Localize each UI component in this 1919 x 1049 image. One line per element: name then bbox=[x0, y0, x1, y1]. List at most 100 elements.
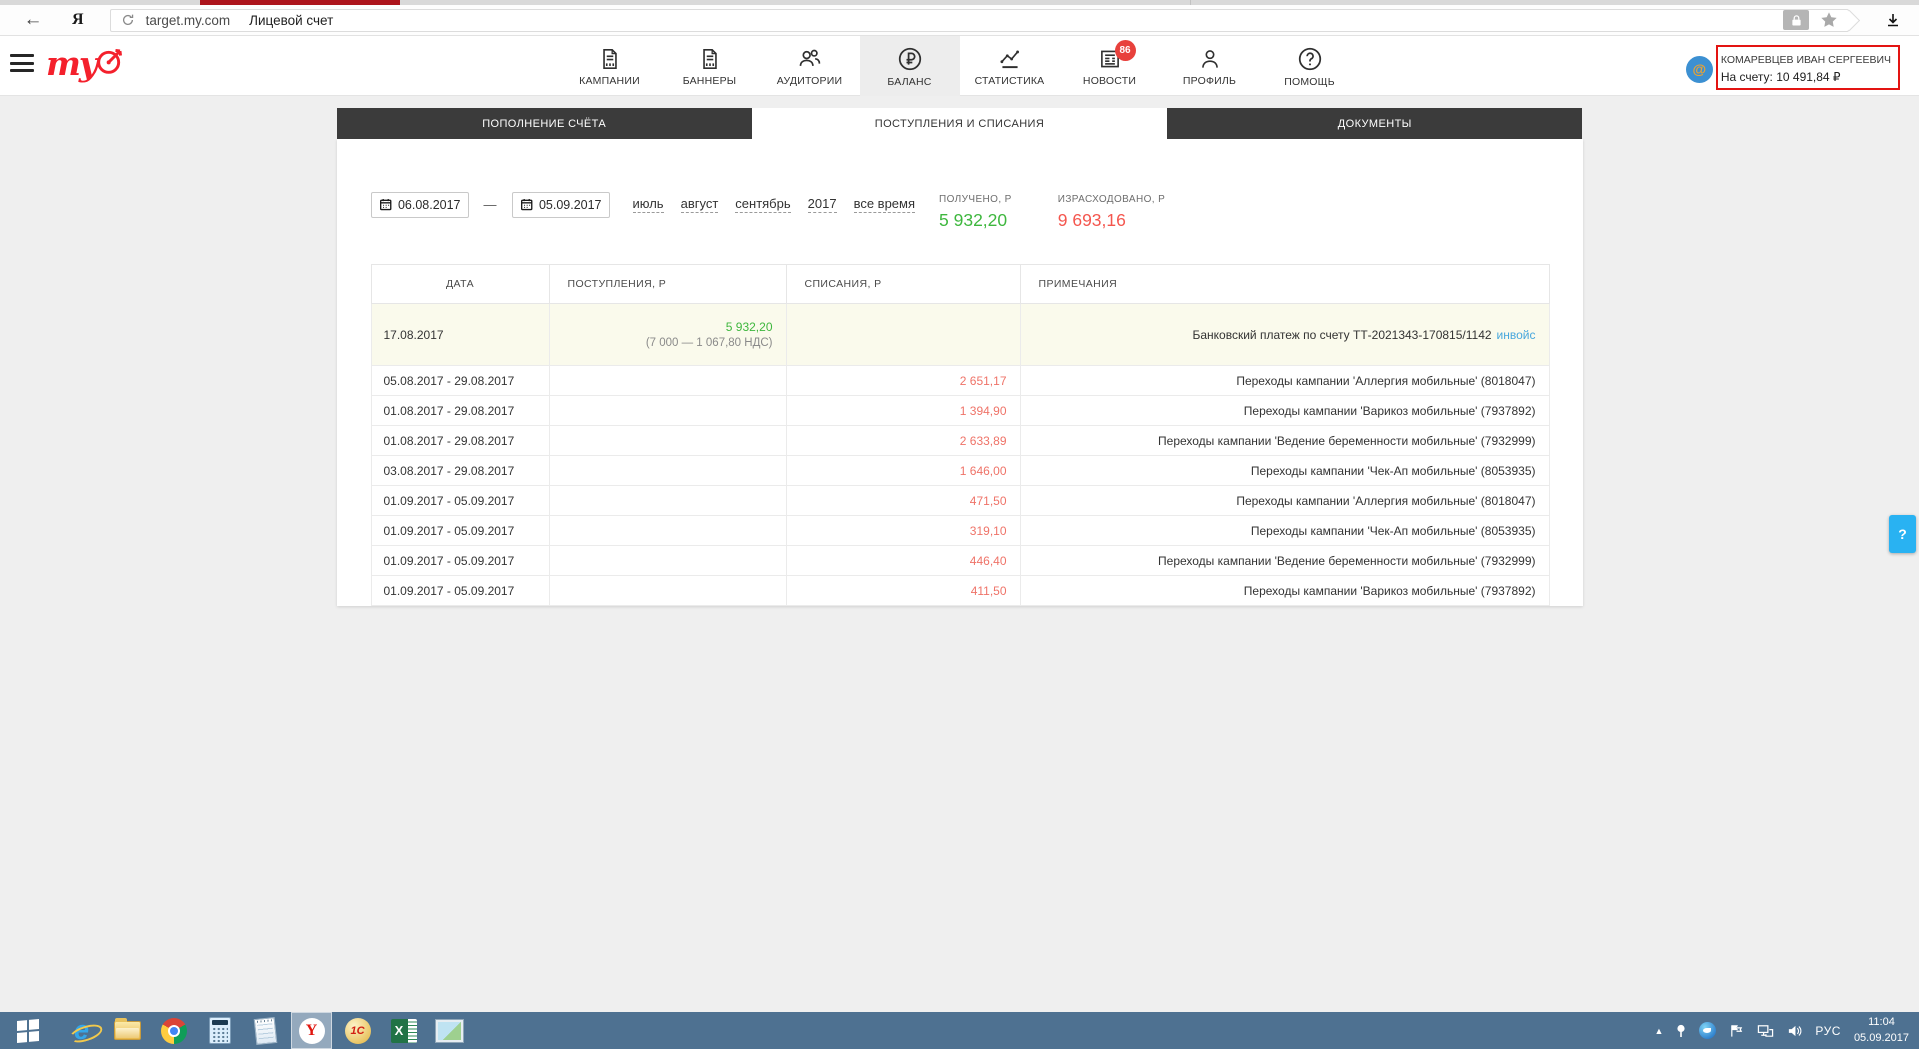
col-date: ДАТА bbox=[370, 264, 550, 304]
people-icon bbox=[799, 49, 821, 66]
taskbar-calculator[interactable] bbox=[199, 1012, 240, 1049]
date-range-separator: — bbox=[483, 197, 497, 212]
target-icon bbox=[97, 48, 123, 74]
table-row: 01.09.2017 - 05.09.2017 446,40 Переходы … bbox=[370, 545, 1550, 576]
taskbar-excel[interactable]: X bbox=[383, 1012, 424, 1049]
tab-top-up[interactable]: ПОПОЛНЕНИЕ СЧЁТА bbox=[336, 108, 752, 139]
urlbar-chevron bbox=[1838, 9, 1861, 32]
table-row: 01.09.2017 - 05.09.2017 411,50 Переходы … bbox=[370, 575, 1550, 606]
received-value: 5 932,20 bbox=[939, 210, 1008, 230]
taskbar-1c[interactable]: 1С bbox=[337, 1012, 378, 1049]
table-row: 03.08.2017 - 29.08.2017 1 646,00 Переход… bbox=[370, 455, 1550, 486]
taskbar-file-explorer[interactable] bbox=[107, 1012, 148, 1049]
lock-icon[interactable] bbox=[1783, 10, 1809, 30]
address-bar[interactable]: target.my.com Лицевой счет bbox=[109, 8, 1861, 32]
tray-flag-icon[interactable] bbox=[1729, 1023, 1744, 1038]
taskbar-notepad[interactable] bbox=[245, 1012, 286, 1049]
link-september[interactable]: сентябрь bbox=[735, 196, 791, 213]
help-floating-button[interactable]: ? bbox=[1889, 515, 1916, 553]
link-year[interactable]: 2017 bbox=[807, 196, 837, 213]
table-row: 17.08.2017 5 932,20 (7 000 — 1 067,80 НД… bbox=[370, 303, 1550, 366]
table-row: 01.09.2017 - 05.09.2017 471,50 Переходы … bbox=[370, 485, 1550, 516]
table-row: 01.09.2017 - 05.09.2017 319,10 Переходы … bbox=[370, 515, 1550, 546]
date-to-input[interactable]: 05.09.2017 bbox=[511, 191, 610, 218]
refresh-icon[interactable] bbox=[121, 13, 135, 27]
nav-balance[interactable]: БАЛАНС bbox=[859, 36, 960, 96]
col-debits: СПИСАНИЯ, Р bbox=[785, 264, 1021, 304]
link-all-time[interactable]: все время bbox=[853, 196, 916, 213]
clock-date: 05.09.2017 bbox=[1853, 1031, 1909, 1044]
tray-volume-icon[interactable] bbox=[1787, 1024, 1802, 1038]
nav-help[interactable]: ПОМОЩЬ bbox=[1260, 36, 1360, 96]
tray-expand-icon[interactable]: ▲ bbox=[1654, 1026, 1663, 1036]
calendar-icon bbox=[379, 199, 391, 211]
document-icon bbox=[702, 48, 717, 69]
spent-value: 9 693,16 bbox=[1057, 210, 1126, 230]
tray-pin-icon[interactable] bbox=[1676, 1024, 1686, 1038]
windows-logo-icon bbox=[17, 1018, 39, 1043]
folder-icon bbox=[114, 1018, 141, 1040]
news-badge: 86 bbox=[1114, 40, 1136, 61]
link-july[interactable]: июль bbox=[632, 196, 664, 213]
tray-thunderbird-icon[interactable] bbox=[1699, 1022, 1717, 1039]
calculator-icon bbox=[208, 1017, 231, 1044]
table-row: 01.08.2017 - 29.08.2017 2 633,89 Переход… bbox=[370, 425, 1550, 456]
image-viewer-icon bbox=[435, 1018, 464, 1043]
main-nav: КАМПАНИИ БАННЕРЫ АУДИТОРИИ БАЛАНС СТАТИС… bbox=[560, 36, 1360, 96]
nav-banners[interactable]: БАННЕРЫ bbox=[660, 36, 760, 96]
page-content: ПОПОЛНЕНИЕ СЧЁТА ПОСТУПЛЕНИЯ И СПИСАНИЯ … bbox=[0, 96, 1919, 1010]
user-name: КОМАРЕВЦЕВ ИВАН СЕРГЕЕВИЧ bbox=[1720, 54, 1891, 66]
yandex-browser-icon: Y bbox=[298, 1017, 325, 1044]
spent-total: ИЗРАСХОДОВАНО, Р 9 693,16 bbox=[1057, 194, 1166, 230]
chart-icon bbox=[999, 50, 1019, 68]
invoice-link[interactable]: инвойс bbox=[1497, 328, 1536, 342]
nav-campaigns[interactable]: КАМПАНИИ bbox=[560, 36, 660, 96]
system-tray: ▲ РУС 11:04 05.09.2017 bbox=[1654, 1015, 1909, 1047]
vat-note: (7 000 — 1 067,80 НДС) bbox=[645, 337, 773, 349]
url-domain[interactable]: target.my.com bbox=[146, 13, 231, 28]
taskbar-image-viewer[interactable] bbox=[429, 1012, 470, 1049]
ie-icon: e bbox=[73, 1015, 90, 1045]
table-row: 01.08.2017 - 29.08.2017 1 394,90 Переход… bbox=[370, 395, 1550, 426]
nav-news[interactable]: НОВОСТИ 86 bbox=[1060, 36, 1160, 96]
browser-toolbar: ← Я target.my.com Лицевой счет bbox=[0, 5, 1919, 36]
hamburger-menu-icon[interactable] bbox=[10, 54, 34, 77]
user-account-block[interactable]: @ КОМАРЕВЦЕВ ИВАН СЕРГЕЕВИЧ На счету: 10… bbox=[1685, 45, 1900, 90]
account-balance: На счету: 10 491,84 ₽ bbox=[1720, 70, 1841, 85]
credit-amount: 5 932,20 bbox=[725, 320, 773, 334]
taskbar-clock[interactable]: 11:04 05.09.2017 bbox=[1854, 1015, 1909, 1047]
mytarget-logo[interactable]: my bbox=[46, 44, 126, 83]
language-indicator[interactable]: РУС bbox=[1815, 1024, 1841, 1038]
user-avatar[interactable]: @ bbox=[1685, 55, 1713, 83]
nav-statistics[interactable]: СТАТИСТИКА bbox=[960, 36, 1060, 96]
person-icon bbox=[1201, 49, 1218, 68]
question-icon bbox=[1298, 47, 1321, 70]
ruble-icon bbox=[898, 47, 921, 70]
bookmark-star-icon[interactable] bbox=[1820, 11, 1838, 29]
yandex-home-button[interactable]: Я bbox=[72, 11, 84, 29]
filters-row: 06.08.2017 — 05.09.2017 июль август сент… bbox=[337, 139, 1583, 231]
tab-documents[interactable]: ДОКУМЕНТЫ bbox=[1167, 108, 1583, 139]
received-total: ПОЛУЧЕНО, Р 5 932,20 bbox=[939, 194, 1012, 230]
taskbar-chrome[interactable] bbox=[153, 1012, 194, 1049]
url-page-title: Лицевой счет bbox=[249, 12, 334, 28]
transactions-table: ДАТА ПОСТУПЛЕНИЯ, Р СПИСАНИЯ, Р ПРИМЕЧАН… bbox=[370, 264, 1550, 606]
table-row: 05.08.2017 - 29.08.2017 2 651,17 Переход… bbox=[370, 365, 1550, 396]
windows-taskbar: e Y 1С X ▲ РУС 11:04 05.09.2017 bbox=[0, 1012, 1919, 1049]
ledger-card: 06.08.2017 — 05.09.2017 июль август сент… bbox=[336, 139, 1583, 606]
notepad-icon bbox=[253, 1016, 278, 1045]
taskbar-internet-explorer[interactable]: e bbox=[61, 1012, 102, 1049]
date-from-input[interactable]: 06.08.2017 bbox=[370, 191, 469, 218]
tray-network-icon[interactable] bbox=[1757, 1024, 1774, 1038]
col-credits: ПОСТУПЛЕНИЯ, Р bbox=[548, 264, 787, 304]
taskbar-yandex-browser[interactable]: Y bbox=[291, 1012, 332, 1049]
nav-profile[interactable]: ПРОФИЛЬ bbox=[1160, 36, 1260, 96]
link-august[interactable]: август bbox=[680, 196, 719, 213]
back-button[interactable]: ← bbox=[16, 9, 50, 31]
download-icon[interactable] bbox=[1885, 12, 1901, 28]
start-button[interactable] bbox=[0, 1012, 56, 1049]
1c-icon: 1С bbox=[344, 1017, 371, 1044]
tab-credits-debits[interactable]: ПОСТУПЛЕНИЯ И СПИСАНИЯ bbox=[751, 108, 1168, 139]
nav-audiences[interactable]: АУДИТОРИИ bbox=[760, 36, 860, 96]
calendar-icon bbox=[520, 199, 532, 211]
